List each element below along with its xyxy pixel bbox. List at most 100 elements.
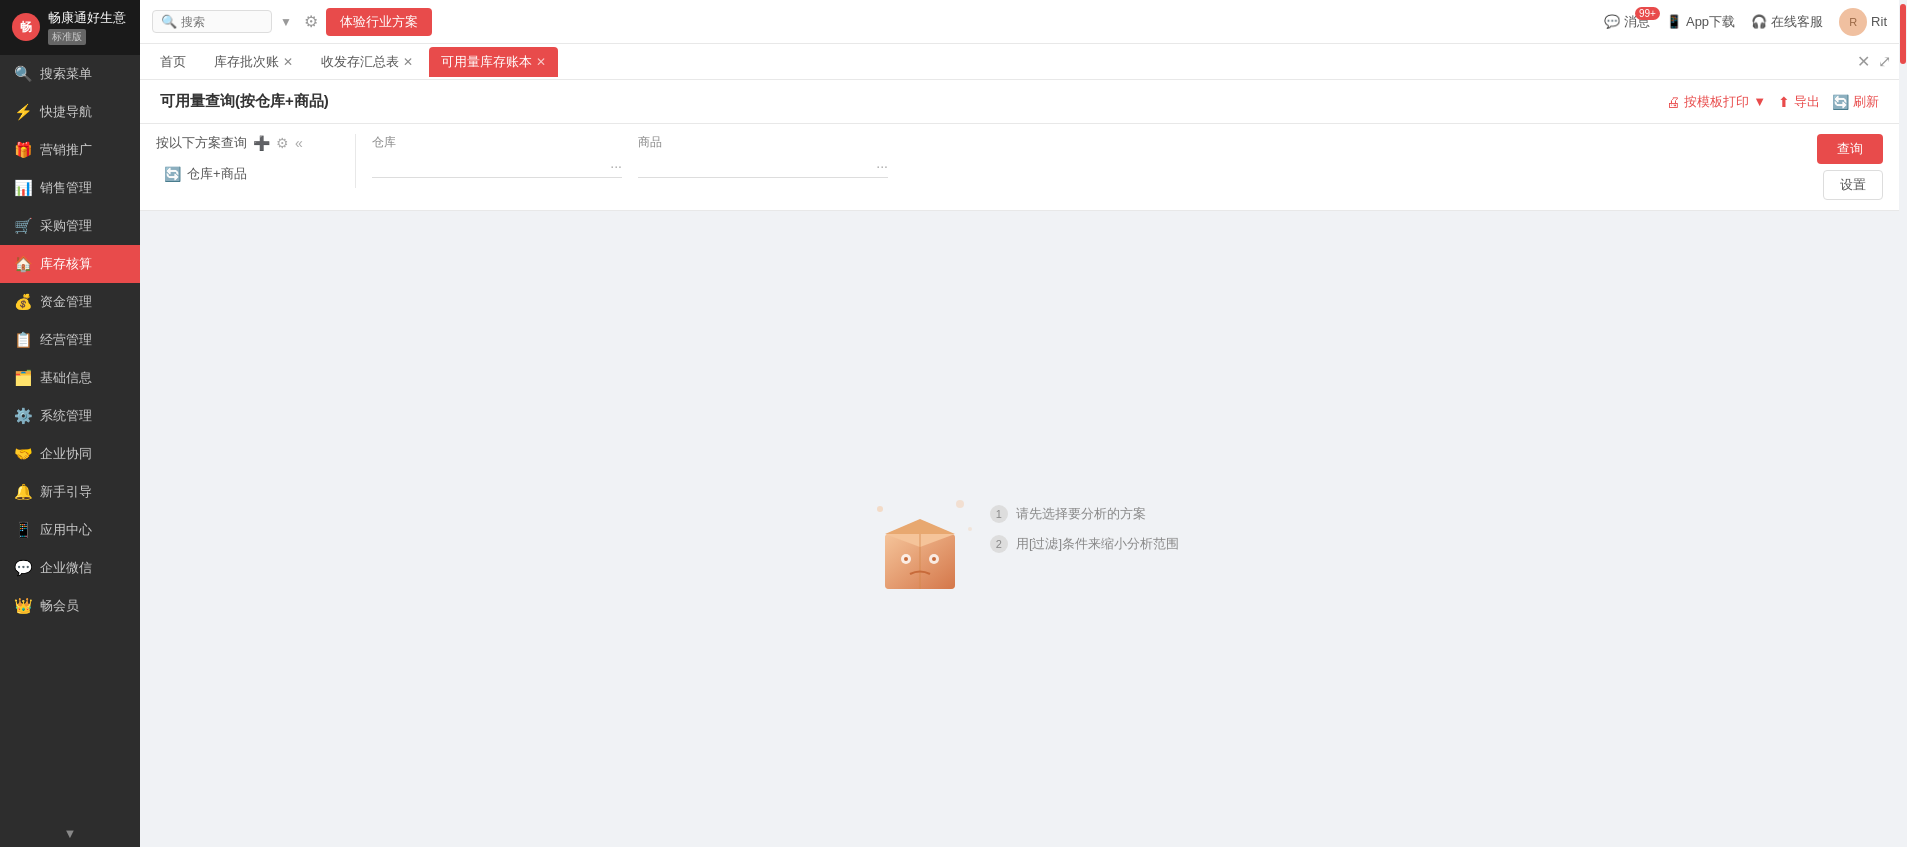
warehouse-input-wrapper[interactable]: ···	[372, 155, 622, 178]
filter-panel: 按以下方案查询 ➕ ⚙ « 🔄 仓库+商品 仓库 ···	[140, 124, 1899, 211]
sidebar-item-finance[interactable]: 💰 资金管理	[0, 283, 140, 321]
filter-fields-col: 仓库 ··· 商品 ···	[356, 134, 1817, 178]
tab-home[interactable]: 首页	[148, 47, 198, 77]
tab-batch[interactable]: 库存批次账 ✕	[202, 47, 305, 77]
topbar-user[interactable]: R Rit	[1839, 8, 1887, 36]
avatar: R	[1839, 8, 1867, 36]
refresh-btn[interactable]: 🔄 刷新	[1832, 93, 1879, 111]
sidebar-scroll: 🔍 搜索菜单 ⚡ 快捷导航 🎁 营销推广 📊 销售管理 🛒 采购管理 🏠 库存核…	[0, 55, 140, 820]
sidebar-scroll-down[interactable]: ▼	[0, 820, 140, 847]
inventory-icon: 🏠	[14, 255, 32, 273]
basic-icon: 🗂️	[14, 369, 32, 387]
add-scheme-btn[interactable]: ➕	[253, 135, 270, 151]
settings-btn[interactable]: 设置	[1823, 170, 1883, 200]
sidebar-item-member[interactable]: 👑 畅会员	[0, 587, 140, 625]
marketing-icon: 🎁	[14, 141, 32, 159]
product-input[interactable]	[638, 159, 876, 174]
topbar-message[interactable]: 💬 消息 99+	[1604, 13, 1650, 31]
sidebar-item-sales[interactable]: 📊 销售管理	[0, 169, 140, 207]
warehouse-dots-btn[interactable]: ···	[610, 158, 622, 174]
topbar-appdownload[interactable]: 📱 App下载	[1666, 13, 1735, 31]
sidebar-item-wecom[interactable]: 💬 企业微信	[0, 549, 140, 587]
guide-icon: 🔔	[14, 483, 32, 501]
svg-marker-2	[885, 519, 955, 534]
tab-batch-close[interactable]: ✕	[283, 55, 293, 69]
sidebar-item-marketing[interactable]: 🎁 营销推广	[0, 131, 140, 169]
svg-point-9	[877, 506, 883, 512]
scheme-refresh-icon: 🔄	[164, 166, 181, 182]
query-btn[interactable]: 查询	[1817, 134, 1883, 164]
appstore-icon: 📱	[14, 521, 32, 539]
scroll-indicator[interactable]	[1900, 4, 1906, 64]
sidebar-title: 畅康通好生意	[48, 10, 126, 27]
refresh-icon: 🔄	[1832, 94, 1849, 110]
sidebar-item-basic[interactable]: 🗂️ 基础信息	[0, 359, 140, 397]
sidebar-item-enterprise[interactable]: 🤝 企业协同	[0, 435, 140, 473]
warehouse-input[interactable]	[372, 159, 610, 174]
tab-summary-close[interactable]: ✕	[403, 55, 413, 69]
print-icon: 🖨	[1666, 94, 1680, 110]
product-dots-btn[interactable]: ···	[876, 158, 888, 174]
print-btn[interactable]: 🖨 按模板打印 ▼	[1666, 93, 1766, 111]
finance-icon: 💰	[14, 293, 32, 311]
sidebar-header: 畅 畅康通好生意 标准版	[0, 0, 140, 55]
system-icon: ⚙️	[14, 407, 32, 425]
sidebar-item-inventory[interactable]: 🏠 库存核算	[0, 245, 140, 283]
search-input[interactable]	[181, 15, 261, 29]
sidebar-item-purchase[interactable]: 🛒 采购管理	[0, 207, 140, 245]
edit-scheme-btn[interactable]: ⚙	[276, 135, 289, 151]
sidebar-item-search[interactable]: 🔍 搜索菜单	[0, 55, 140, 93]
wecom-icon: 💬	[14, 559, 32, 577]
svg-point-7	[904, 557, 908, 561]
tab-expand-btn[interactable]: ⤢	[1878, 52, 1891, 71]
sidebar-item-system[interactable]: ⚙️ 系统管理	[0, 397, 140, 435]
empty-state: 1 请先选择要分析的方案 2 用[过滤]条件来缩小分析范围	[140, 211, 1899, 847]
page-header: 可用量查询(按仓库+商品) 🖨 按模板打印 ▼ ⬆ 导出 🔄 刷新	[140, 80, 1899, 124]
content-area: 可用量查询(按仓库+商品) 🖨 按模板打印 ▼ ⬆ 导出 🔄 刷新	[140, 80, 1899, 847]
message-icon: 💬	[1604, 14, 1620, 29]
sidebar-brand: 畅康通好生意 标准版	[48, 10, 126, 45]
empty-hint-1: 1 请先选择要分析的方案	[990, 505, 1179, 523]
sidebar-item-operation[interactable]: 📋 经营管理	[0, 321, 140, 359]
tab-available[interactable]: 可用量库存账本 ✕	[429, 47, 558, 77]
tab-available-close[interactable]: ✕	[536, 55, 546, 69]
sidebar-item-guide[interactable]: 🔔 新手引导	[0, 473, 140, 511]
topbar-search-icon: 🔍	[161, 14, 177, 29]
product-input-wrapper[interactable]: ···	[638, 155, 888, 178]
topbar-gear-icon[interactable]: ⚙	[304, 12, 318, 31]
hint-num-2: 2	[990, 535, 1008, 553]
sidebar-item-appstore[interactable]: 📱 应用中心	[0, 511, 140, 549]
purchase-icon: 🛒	[14, 217, 32, 235]
enterprise-icon: 🤝	[14, 445, 32, 463]
search-icon: 🔍	[14, 65, 32, 83]
phone-icon: 📱	[1666, 14, 1682, 29]
sidebar-subtitle: 标准版	[48, 29, 86, 45]
topbar-dropdown-icon[interactable]: ▼	[280, 15, 292, 29]
tab-close-all-btn[interactable]: ✕	[1857, 52, 1870, 71]
right-panel	[1899, 0, 1907, 847]
collapse-scheme-btn[interactable]: «	[295, 135, 303, 151]
trial-btn[interactable]: 体验行业方案	[326, 8, 432, 36]
empty-hint: 1 请先选择要分析的方案 2 用[过滤]条件来缩小分析范围	[990, 505, 1179, 553]
service-icon: 🎧	[1751, 14, 1767, 29]
main-area: 🔍 ▼ ⚙ 体验行业方案 💬 消息 99+ 📱 App下载 🎧 在线客服 R R…	[140, 0, 1899, 847]
tab-summary[interactable]: 收发存汇总表 ✕	[309, 47, 425, 77]
sales-icon: 📊	[14, 179, 32, 197]
topbar-service[interactable]: 🎧 在线客服	[1751, 13, 1823, 31]
print-dropdown-icon[interactable]: ▼	[1753, 94, 1766, 109]
member-icon: 👑	[14, 597, 32, 615]
sidebar-item-quicknav[interactable]: ⚡ 快捷导航	[0, 93, 140, 131]
filter-scheme-col: 按以下方案查询 ➕ ⚙ « 🔄 仓库+商品	[156, 134, 356, 188]
empty-hint-2: 2 用[过滤]条件来缩小分析范围	[990, 535, 1179, 553]
scheme-item-warehouse-product[interactable]: 🔄 仓库+商品	[156, 160, 343, 188]
filter-scheme-header: 按以下方案查询 ➕ ⚙ «	[156, 134, 343, 152]
topbar-right: 💬 消息 99+ 📱 App下载 🎧 在线客服 R Rit	[1604, 8, 1887, 36]
export-btn[interactable]: ⬆ 导出	[1778, 93, 1820, 111]
topbar-search-box[interactable]: 🔍	[152, 10, 272, 33]
empty-svg-illustration	[860, 479, 980, 599]
warehouse-label: 仓库	[372, 134, 622, 151]
page-header-actions: 🖨 按模板打印 ▼ ⬆ 导出 🔄 刷新	[1666, 93, 1879, 111]
operation-icon: 📋	[14, 331, 32, 349]
username: Rit	[1871, 14, 1887, 29]
message-badge: 99+	[1635, 7, 1660, 20]
